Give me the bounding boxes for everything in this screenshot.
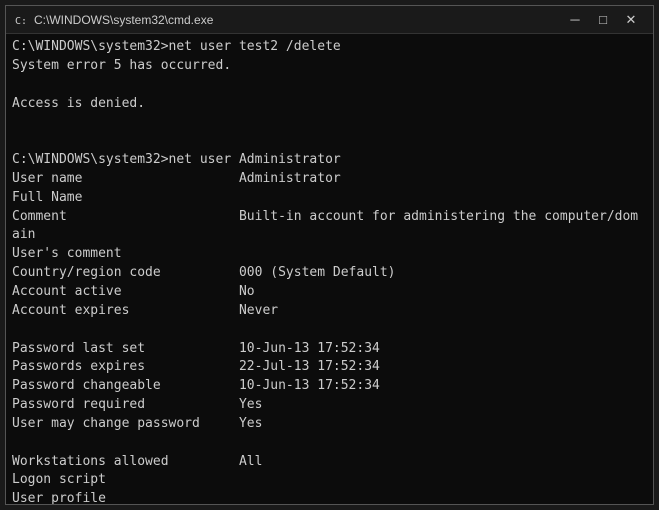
cmd-window: C: C:\WINDOWS\system32\cmd.exe ─ □ ✕ C:\… bbox=[5, 5, 654, 505]
minimize-button[interactable]: ─ bbox=[561, 9, 589, 31]
cmd-icon: C: bbox=[14, 13, 28, 27]
close-button[interactable]: ✕ bbox=[617, 9, 645, 31]
svg-text:C:: C: bbox=[15, 16, 27, 27]
title-bar: C: C:\WINDOWS\system32\cmd.exe ─ □ ✕ bbox=[6, 6, 653, 34]
console-text: C:\WINDOWS\system32>net user test2 /dele… bbox=[12, 38, 647, 504]
window-controls: ─ □ ✕ bbox=[561, 9, 645, 31]
window-title: C:\WINDOWS\system32\cmd.exe bbox=[34, 13, 561, 27]
console-output[interactable]: C:\WINDOWS\system32>net user test2 /dele… bbox=[6, 34, 653, 504]
maximize-button[interactable]: □ bbox=[589, 9, 617, 31]
